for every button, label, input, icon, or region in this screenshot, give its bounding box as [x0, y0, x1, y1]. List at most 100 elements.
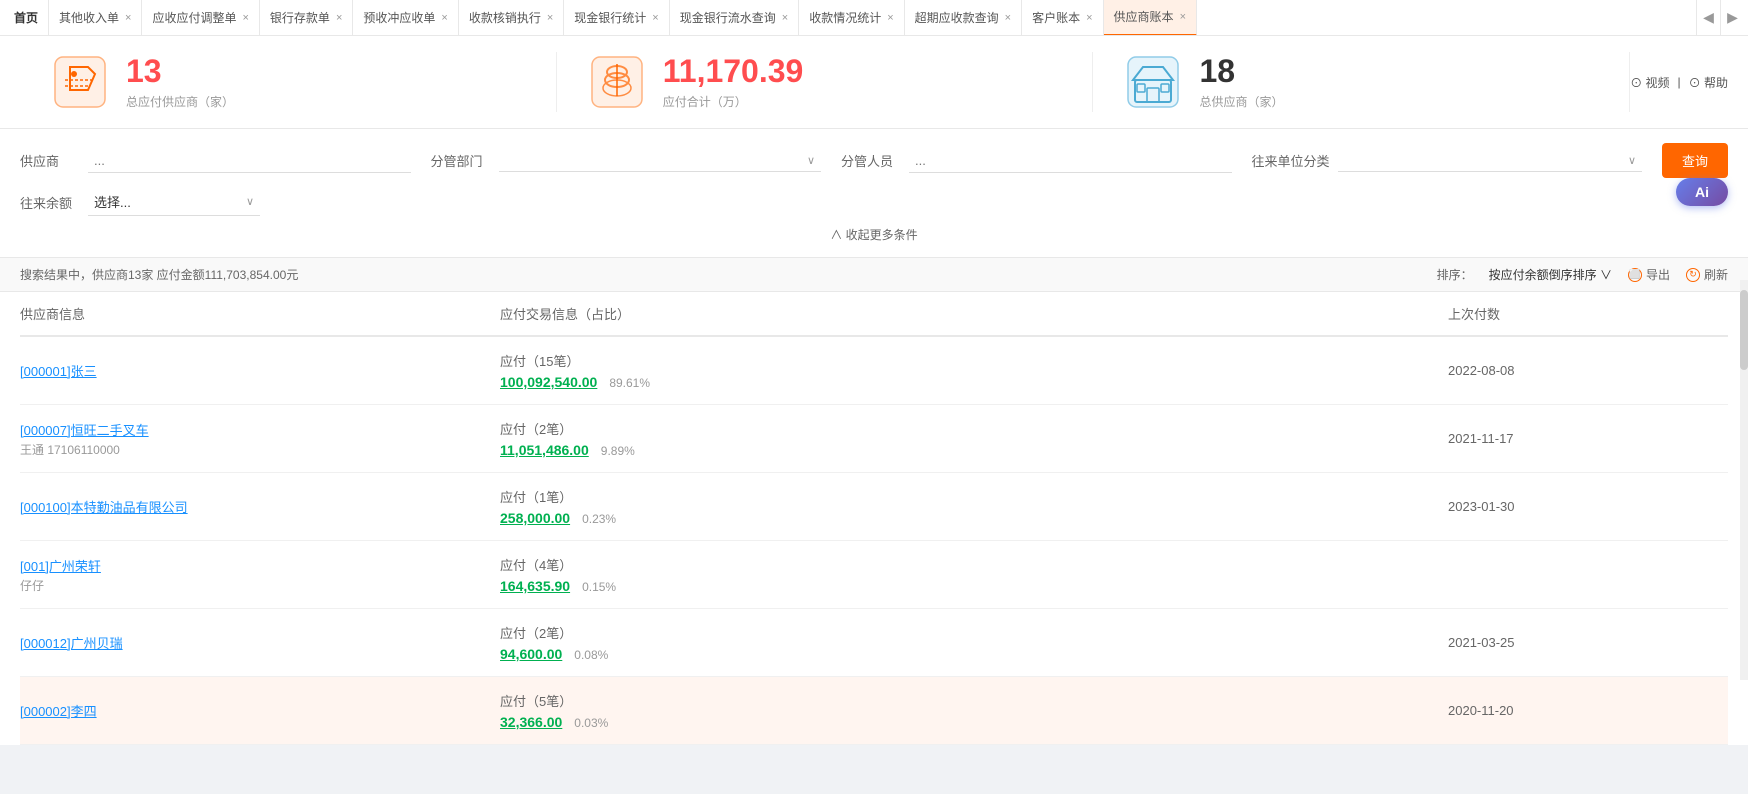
department-select[interactable]: ∨: [499, 150, 822, 172]
supplier-link-3[interactable]: [000100]本特勤油品有限公司: [20, 497, 500, 516]
supplier-link-6[interactable]: [000002]李四: [20, 701, 500, 720]
summary-card-total-suppliers: 18 总供应商（家）: [1093, 52, 1630, 112]
close-icon[interactable]: ×: [1086, 12, 1092, 24]
close-icon[interactable]: ×: [242, 12, 248, 24]
nav-tab-bank-deposit-label: 银行存款单: [270, 9, 330, 26]
ap-suppliers-label: 总应付供应商（家）: [126, 93, 234, 110]
scrollbar-thumb[interactable]: [1740, 290, 1748, 370]
payable-amount-4[interactable]: 164,635.90: [500, 578, 570, 594]
filter-department: 分管部门 ∨: [431, 150, 822, 172]
nav-prev-button[interactable]: ◀: [1696, 0, 1720, 36]
close-icon[interactable]: ×: [441, 12, 447, 24]
store-icon: [1123, 52, 1183, 112]
payable-amount-3[interactable]: 258,000.00: [500, 510, 570, 526]
nav-tab-ap-adjust[interactable]: 应收应付调整单 ×: [142, 0, 259, 36]
close-icon[interactable]: ×: [336, 12, 342, 24]
payable-amount-5[interactable]: 94,600.00: [500, 646, 562, 662]
ai-badge[interactable]: Ai: [1676, 178, 1728, 206]
payable-percent-5: 0.08%: [574, 648, 608, 662]
nav-tab-home[interactable]: 首页: [4, 0, 49, 36]
supplier-info-3: [000100]本特勤油品有限公司: [20, 497, 500, 516]
supplier-link-1[interactable]: [000001]张三: [20, 361, 500, 380]
close-icon[interactable]: ×: [1180, 11, 1186, 23]
supplier-sub-2: 王通 17106110000: [20, 441, 500, 458]
supplier-input[interactable]: [88, 149, 411, 173]
ap-suppliers-value: 13: [126, 54, 234, 89]
close-icon[interactable]: ×: [652, 12, 658, 24]
nav-tab-advance-collect[interactable]: 预收冲应收单 ×: [353, 0, 458, 36]
payable-percent-1: 89.61%: [609, 376, 650, 390]
nav-tab-collect-stat[interactable]: 收款情况统计 ×: [799, 0, 904, 36]
nav-tab-cash-bank-stat[interactable]: 现金银行统计 ×: [564, 0, 669, 36]
filter-balance: 往来余额 选择... ∨: [20, 188, 260, 216]
nav-tab-bank-deposit[interactable]: 银行存款单 ×: [260, 0, 353, 36]
summary-card-ap-suppliers: 13 总应付供应商（家）: [20, 52, 557, 112]
collapse-button[interactable]: ∧ 收起更多条件: [20, 226, 1728, 243]
nav-tab-cash-bank-flow[interactable]: 现金银行流水查询 ×: [670, 0, 799, 36]
export-label: 导出: [1646, 266, 1670, 283]
top-navigation: 首页 其他收入单 × 应收应付调整单 × 银行存款单 × 预收冲应收单 × 收款…: [0, 0, 1748, 36]
supplier-link-5[interactable]: [000012]广州贝瑞: [20, 633, 500, 652]
payable-count-5: 应付（2笔）: [500, 623, 1448, 642]
export-button[interactable]: ⬜ 导出: [1628, 266, 1670, 283]
supplier-info-1: [000001]张三: [20, 361, 500, 380]
balance-select[interactable]: 选择... ∨: [88, 188, 260, 216]
close-icon[interactable]: ×: [782, 12, 788, 24]
nav-tab-home-label: 首页: [14, 9, 38, 26]
grain-icon: [587, 52, 647, 112]
nav-tab-other-income[interactable]: 其他收入单 ×: [49, 0, 142, 36]
nav-tab-supplier-account[interactable]: 供应商账本 ×: [1104, 0, 1197, 36]
payable-info-4: 应付（4笔） 164,635.90 0.15%: [500, 555, 1448, 594]
nav-arrows: ◀ ▶: [1696, 0, 1744, 36]
summary-card-ap-total: 11,170.39 应付合计（万）: [557, 52, 1094, 112]
scrollbar[interactable]: [1740, 280, 1748, 680]
ap-total-label: 应付合计（万）: [663, 93, 804, 110]
close-icon[interactable]: ×: [1005, 12, 1011, 24]
main-content: 供应商信息 应付交易信息（占比） 上次付数 [000001]张三 应付（15笔）…: [0, 292, 1748, 745]
payable-info-6: 应付（5笔） 32,366.00 0.03%: [500, 691, 1448, 730]
video-link[interactable]: ⊙ 视频: [1630, 74, 1669, 91]
filter-balance-label: 往来余额: [20, 193, 80, 212]
payable-count-2: 应付（2笔）: [500, 419, 1448, 438]
supplier-info-6: [000002]李四: [20, 701, 500, 720]
balance-select-value: 选择...: [94, 192, 131, 211]
nav-tab-ap-adjust-label: 应收应付调整单: [152, 9, 236, 26]
nav-tab-collect-verify-label: 收款核销执行: [469, 9, 541, 26]
total-suppliers-label: 总供应商（家）: [1199, 93, 1283, 110]
payable-amount-1[interactable]: 100,092,540.00: [500, 374, 597, 390]
nav-tab-customer-account[interactable]: 客户账本 ×: [1022, 0, 1103, 36]
nav-tab-cash-bank-flow-label: 现金银行流水查询: [680, 9, 776, 26]
chevron-down-icon: ∨: [246, 195, 254, 208]
search-button[interactable]: 查询: [1662, 143, 1728, 178]
sort-select[interactable]: 按应付余额倒序排序 ∨: [1489, 266, 1612, 283]
filter-supplier: 供应商: [20, 149, 411, 173]
summary-bar: 13 总应付供应商（家） 11,170.39 应付合计（万）: [0, 36, 1748, 129]
summary-actions: ⊙ 视频 | ⊙ 帮助: [1630, 74, 1728, 91]
close-icon[interactable]: ×: [887, 12, 893, 24]
nav-tab-collect-verify[interactable]: 收款核销执行 ×: [459, 0, 564, 36]
payable-info-2: 应付（2笔） 11,051,486.00 9.89%: [500, 419, 1448, 458]
payable-amount-6[interactable]: 32,366.00: [500, 714, 562, 730]
chevron-down-icon: ∨: [807, 154, 815, 167]
help-link[interactable]: ⊙ 帮助: [1689, 74, 1728, 91]
table-row: [000012]广州贝瑞 应付（2笔） 94,600.00 0.08% 2021…: [20, 609, 1728, 677]
payable-count-1: 应付（15笔）: [500, 351, 1448, 370]
person-input[interactable]: [909, 149, 1232, 173]
supplier-link-2[interactable]: [000007]恒旺二手叉车: [20, 420, 500, 439]
nav-tab-cash-bank-stat-label: 现金银行统计: [574, 9, 646, 26]
payable-count-3: 应付（1笔）: [500, 487, 1448, 506]
supplier-link-4[interactable]: [001]广州荣轩: [20, 556, 500, 575]
table-row: [000002]李四 应付（5笔） 32,366.00 0.03% 2020-1…: [20, 677, 1728, 745]
last-payment-5: 2021-03-25: [1448, 635, 1728, 650]
table-header: 供应商信息 应付交易信息（占比） 上次付数: [20, 292, 1728, 337]
nav-next-button[interactable]: ▶: [1720, 0, 1744, 36]
close-icon[interactable]: ×: [125, 12, 131, 24]
filter-area: 供应商 分管部门 ∨ 分管人员 往来单位分类 ∨ 查询 往来余额 选择: [0, 129, 1748, 258]
supplier-info-4: [001]广州荣轩 仔仔: [20, 556, 500, 594]
unit-type-select[interactable]: ∨: [1338, 150, 1642, 172]
refresh-button[interactable]: ↻ 刷新: [1686, 266, 1728, 283]
sort-label: 排序：: [1437, 266, 1473, 283]
nav-tab-overdue-ap[interactable]: 超期应收款查询 ×: [905, 0, 1022, 36]
payable-amount-2[interactable]: 11,051,486.00: [500, 442, 589, 458]
close-icon[interactable]: ×: [547, 12, 553, 24]
